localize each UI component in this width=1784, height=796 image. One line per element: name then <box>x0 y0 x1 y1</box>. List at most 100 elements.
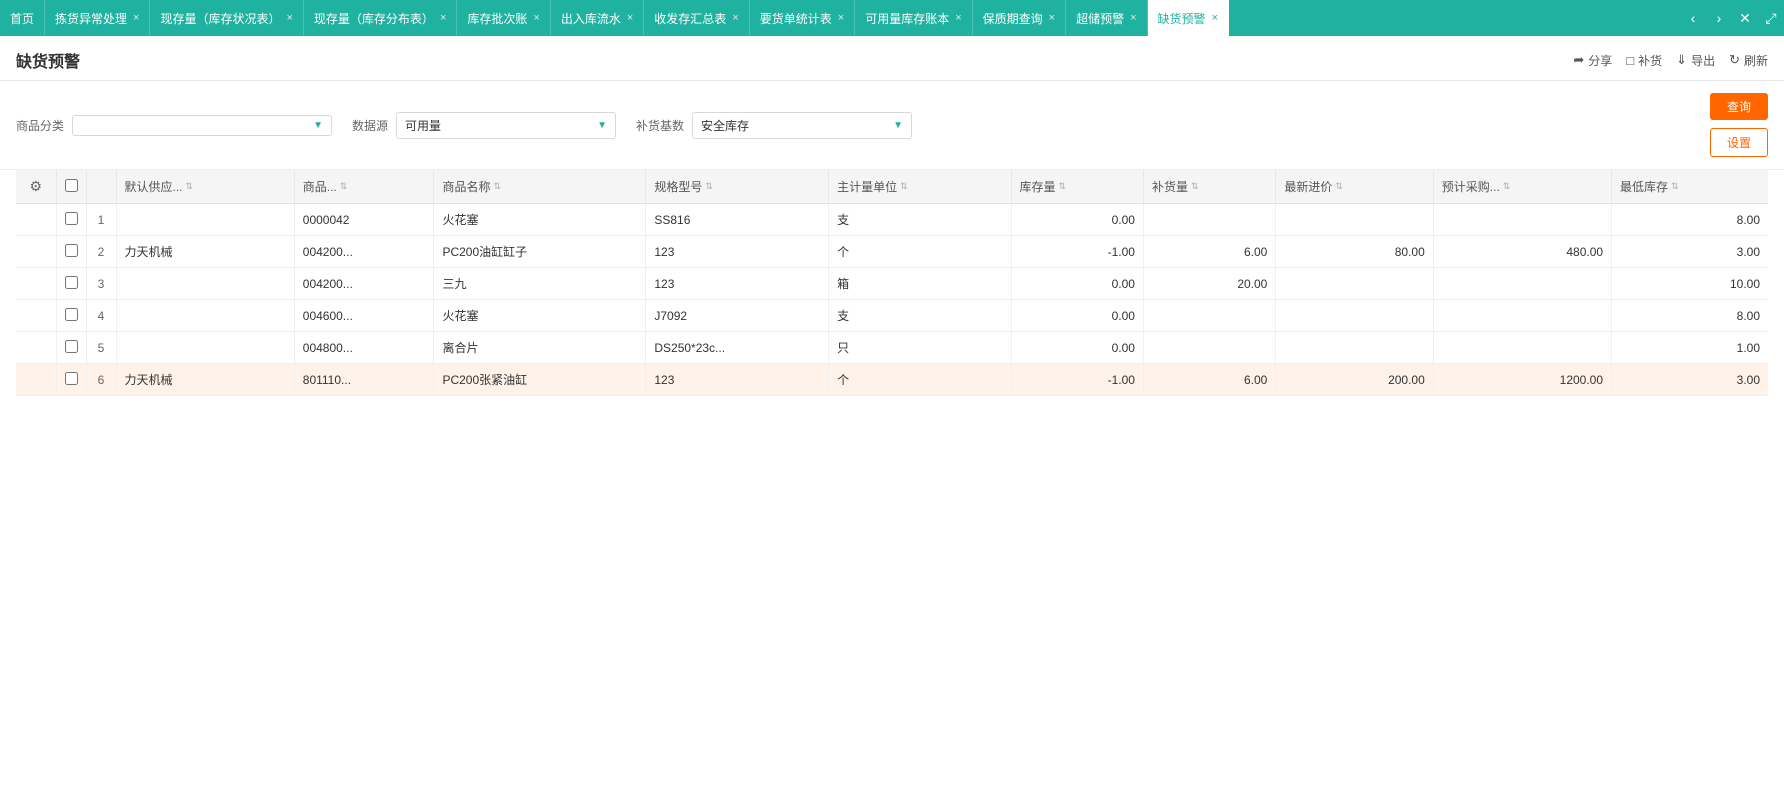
close-tab-10[interactable]: × <box>1130 12 1136 24</box>
row-name-0: 火花塞 <box>434 204 646 236</box>
row-checkbox-4[interactable] <box>65 340 78 353</box>
th-est-purchase[interactable]: 预计采购... ⇅ <box>1433 170 1611 204</box>
row-latest-price-5: 200.00 <box>1276 364 1433 396</box>
row-unit-3: 支 <box>829 300 1011 332</box>
replenish-base-select[interactable]: 安全库存 ▼ <box>692 112 912 139</box>
tab-receipt-summary[interactable]: 收发存汇总表 × <box>644 0 749 36</box>
row-replenish-3 <box>1143 300 1275 332</box>
tab-order-stats[interactable]: 要货单统计表 × <box>750 0 855 36</box>
row-checkbox-0[interactable] <box>65 212 78 225</box>
tab-inventory-status[interactable]: 现存量（库存状况表） × <box>150 0 303 36</box>
close-tab-8[interactable]: × <box>955 12 961 24</box>
row-check-4[interactable] <box>56 332 86 364</box>
tab-home[interactable]: 首页 <box>0 0 45 36</box>
select-all-checkbox[interactable] <box>65 179 78 192</box>
row-stock-0: 0.00 <box>1011 204 1143 236</box>
th-spec[interactable]: 规格型号 ⇅ <box>646 170 829 204</box>
row-gear-2 <box>16 268 56 300</box>
th-sku[interactable]: 商品... ⇅ <box>294 170 434 204</box>
replenish-btn[interactable]: □ 补货 <box>1626 52 1662 69</box>
tab-inventory-dist[interactable]: 现存量（库存分布表） × <box>304 0 457 36</box>
row-supplier-0 <box>116 204 294 236</box>
row-check-1[interactable] <box>56 236 86 268</box>
close-tab-11[interactable]: × <box>1212 12 1218 24</box>
row-est-purchase-4 <box>1433 332 1611 364</box>
table-row: 4 004600... 火花塞 J7092 支 0.00 8.00 <box>16 300 1768 332</box>
category-select[interactable]: ▼ <box>72 115 332 136</box>
tab-available-ledger[interactable]: 可用量库存账本 × <box>855 0 972 36</box>
table-row: 1 0000042 火花塞 SS816 支 0.00 8.00 <box>16 204 1768 236</box>
row-replenish-4 <box>1143 332 1275 364</box>
datasource-label: 数据源 <box>352 117 388 134</box>
th-stock[interactable]: 库存量 ⇅ <box>1011 170 1143 204</box>
th-supplier[interactable]: 默认供应... ⇅ <box>116 170 294 204</box>
gear-icon[interactable]: ⚙ <box>29 178 42 194</box>
row-check-3[interactable] <box>56 300 86 332</box>
filter-bar: 商品分类 ▼ 数据源 可用量 ▼ 补货基数 安全库存 ▼ 查询 设置 <box>0 81 1784 170</box>
tab-shortage[interactable]: 缺货预警 × <box>1148 0 1229 36</box>
row-no-2: 3 <box>86 268 116 300</box>
row-est-purchase-2 <box>1433 268 1611 300</box>
row-checkbox-3[interactable] <box>65 308 78 321</box>
datasource-filter-group: 数据源 可用量 ▼ <box>352 112 616 139</box>
category-arrow-icon: ▼ <box>313 120 323 131</box>
close-tab-1[interactable]: × <box>133 12 139 24</box>
row-min-stock-2: 10.00 <box>1612 268 1768 300</box>
row-checkbox-2[interactable] <box>65 276 78 289</box>
replenish-base-filter-group: 补货基数 安全库存 ▼ <box>636 112 912 139</box>
close-tab-9[interactable]: × <box>1049 12 1055 24</box>
tab-overstock[interactable]: 超储预警 × <box>1066 0 1147 36</box>
row-gear-1 <box>16 236 56 268</box>
tab-close-btn[interactable]: ✕ <box>1732 0 1758 36</box>
close-tab-7[interactable]: × <box>838 12 844 24</box>
tab-prev-btn[interactable]: ‹ <box>1680 0 1706 36</box>
row-check-5[interactable] <box>56 364 86 396</box>
th-latest-price[interactable]: 最新进价 ⇅ <box>1276 170 1433 204</box>
close-tab-5[interactable]: × <box>627 12 633 24</box>
close-tab-3[interactable]: × <box>440 12 446 24</box>
th-replenish[interactable]: 补货量 ⇅ <box>1143 170 1275 204</box>
th-name[interactable]: 商品名称 ⇅ <box>434 170 646 204</box>
row-unit-0: 支 <box>829 204 1011 236</box>
row-no-5: 6 <box>86 364 116 396</box>
export-icon: ⇓ <box>1676 52 1687 68</box>
row-min-stock-0: 8.00 <box>1612 204 1768 236</box>
row-supplier-5: 力天机械 <box>116 364 294 396</box>
row-spec-1: 123 <box>646 236 829 268</box>
th-min-stock[interactable]: 最低库存 ⇅ <box>1612 170 1768 204</box>
row-stock-5: -1.00 <box>1011 364 1143 396</box>
sort-supplier-icon: ⇅ <box>186 181 194 192</box>
table-container: ⚙ 默认供应... ⇅ 商品... <box>0 170 1784 396</box>
row-sku-3: 004600... <box>294 300 434 332</box>
query-button[interactable]: 查询 <box>1710 93 1768 120</box>
tab-expand-btn[interactable]: ⤢ <box>1758 0 1784 36</box>
row-spec-2: 123 <box>646 268 829 300</box>
settings-button[interactable]: 设置 <box>1710 128 1768 157</box>
row-unit-5: 个 <box>829 364 1011 396</box>
tab-batch-account[interactable]: 库存批次账 × <box>457 0 550 36</box>
table-row: 2 力天机械 004200... PC200油缸缸子 123 个 -1.00 6… <box>16 236 1768 268</box>
export-btn[interactable]: ⇓ 导出 <box>1676 52 1715 69</box>
row-checkbox-5[interactable] <box>65 372 78 385</box>
tab-inout-flow[interactable]: 出入库流水 × <box>551 0 644 36</box>
refresh-icon: ↻ <box>1729 52 1740 68</box>
replenish-base-arrow-icon: ▼ <box>893 120 903 131</box>
tab-next-btn[interactable]: › <box>1706 0 1732 36</box>
close-tab-6[interactable]: × <box>732 12 738 24</box>
row-supplier-3 <box>116 300 294 332</box>
share-btn[interactable]: ➦ 分享 <box>1573 52 1612 69</box>
th-unit[interactable]: 主计量单位 ⇅ <box>829 170 1011 204</box>
tab-abnormal[interactable]: 拣货异常处理 × <box>45 0 150 36</box>
row-no-0: 1 <box>86 204 116 236</box>
refresh-btn[interactable]: ↻ 刷新 <box>1729 52 1768 69</box>
row-latest-price-3 <box>1276 300 1433 332</box>
header-actions: ➦ 分享 □ 补货 ⇓ 导出 ↻ 刷新 <box>1573 52 1768 69</box>
datasource-select[interactable]: 可用量 ▼ <box>396 112 616 139</box>
replenish-base-value: 安全库存 <box>701 117 749 134</box>
close-tab-2[interactable]: × <box>286 12 292 24</box>
row-check-2[interactable] <box>56 268 86 300</box>
row-check-0[interactable] <box>56 204 86 236</box>
tab-expiry[interactable]: 保质期查询 × <box>973 0 1066 36</box>
row-checkbox-1[interactable] <box>65 244 78 257</box>
close-tab-4[interactable]: × <box>533 12 539 24</box>
